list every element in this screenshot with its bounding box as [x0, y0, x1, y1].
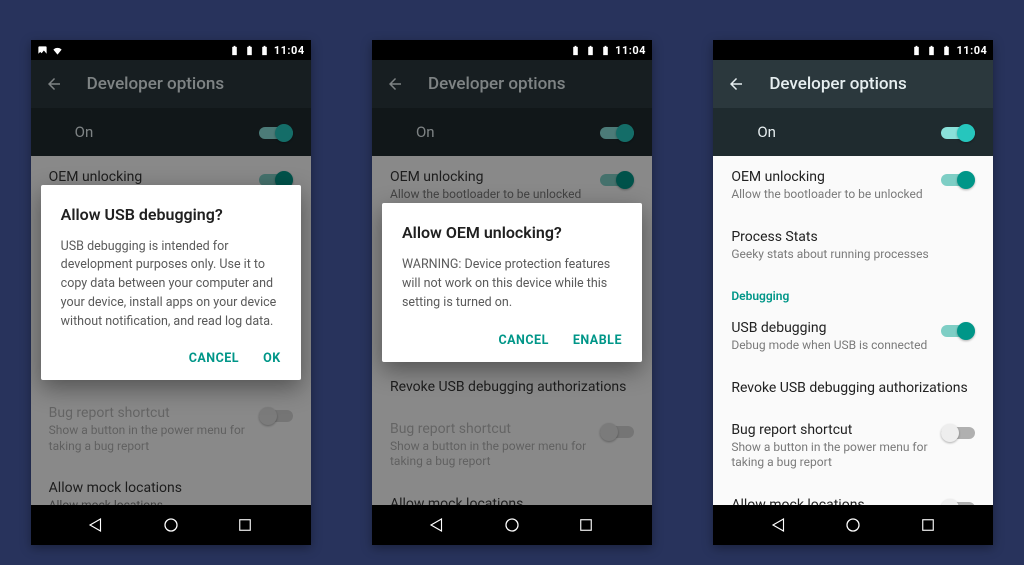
nav-home-icon[interactable] — [844, 516, 862, 534]
phone-3: 11:04 Developer options On OEM unlocking… — [713, 40, 993, 545]
battery-icon — [585, 45, 596, 56]
battery-icon — [570, 45, 581, 56]
nav-recent-icon[interactable] — [919, 516, 937, 534]
setting-subtitle: Allow the bootloader to be unlocked — [731, 187, 931, 203]
toggle-switch[interactable] — [941, 424, 975, 442]
setting-allow-mock-locations[interactable]: Allow mock locations Allow mock location… — [713, 484, 993, 505]
setting-subtitle: Show a button in the power menu for taki… — [731, 440, 931, 471]
battery-icon — [941, 45, 952, 56]
nav-home-icon[interactable] — [503, 516, 521, 534]
oem-unlocking-dialog: Allow OEM unlocking? WARNING: Device pro… — [382, 203, 642, 361]
image-icon — [37, 45, 48, 56]
nav-bar — [713, 505, 993, 545]
dialog-body: WARNING: Device protection features will… — [402, 256, 622, 312]
phone-1: 11:04 Developer options On OEM unlocking… — [31, 40, 311, 545]
toggle-switch[interactable] — [941, 171, 975, 189]
nav-home-icon[interactable] — [162, 516, 180, 534]
dialog-title: Allow OEM unlocking? — [402, 223, 622, 242]
nav-back-icon[interactable] — [87, 516, 105, 534]
setting-title: Process Stats — [731, 229, 975, 245]
setting-title: Bug report shortcut — [731, 422, 931, 438]
cancel-button[interactable]: CANCEL — [498, 333, 548, 348]
dialog-overlay: Allow USB debugging? USB debugging is in… — [31, 60, 311, 505]
nav-back-icon[interactable] — [428, 516, 446, 534]
setting-bug-report-shortcut[interactable]: Bug report shortcut Show a button in the… — [713, 409, 993, 484]
battery-icon — [229, 45, 240, 56]
clock: 11:04 — [615, 44, 646, 57]
status-bar: 11:04 — [31, 40, 311, 60]
setting-oem-unlocking[interactable]: OEM unlocking Allow the bootloader to be… — [713, 156, 993, 216]
setting-usb-debugging[interactable]: USB debugging Debug mode when USB is con… — [713, 307, 993, 367]
dialog-title: Allow USB debugging? — [61, 205, 281, 224]
battery-icon — [926, 45, 937, 56]
setting-title: Revoke USB debugging authorizations — [731, 380, 975, 396]
battery-icon — [259, 45, 270, 56]
clock: 11:04 — [956, 44, 987, 57]
nav-bar — [372, 505, 652, 545]
settings-list: OEM unlocking Allow the bootloader to be… — [713, 156, 993, 505]
page-title: Developer options — [769, 74, 906, 94]
back-icon[interactable] — [727, 75, 745, 93]
setting-title: Allow mock locations — [731, 497, 931, 505]
nav-recent-icon[interactable] — [577, 516, 595, 534]
battery-icon — [600, 45, 611, 56]
setting-subtitle: Debug mode when USB is connected — [731, 338, 931, 354]
usb-debugging-dialog: Allow USB debugging? USB debugging is in… — [41, 185, 301, 381]
setting-title: OEM unlocking — [731, 169, 931, 185]
dialog-body: USB debugging is intended for developmen… — [61, 238, 281, 332]
battery-icon — [244, 45, 255, 56]
cancel-button[interactable]: CANCEL — [189, 351, 239, 366]
clock: 11:04 — [274, 44, 305, 57]
phone-2: 11:04 Developer options On OEM unlocking… — [372, 40, 652, 545]
status-bar: 11:04 — [713, 40, 993, 60]
section-header-debugging: Debugging — [713, 275, 993, 307]
toggle-switch[interactable] — [941, 322, 975, 340]
nav-back-icon[interactable] — [770, 516, 788, 534]
app-bar: Developer options — [713, 60, 993, 108]
enable-button[interactable]: ENABLE — [573, 333, 622, 348]
ok-button[interactable]: OK — [263, 351, 281, 366]
dialog-overlay: Allow OEM unlocking? WARNING: Device pro… — [372, 60, 652, 505]
setting-revoke-usb[interactable]: Revoke USB debugging authorizations — [713, 367, 993, 409]
wifi-icon — [52, 45, 63, 56]
setting-process-stats[interactable]: Process Stats Geeky stats about running … — [713, 216, 993, 276]
master-label: On — [731, 123, 776, 141]
nav-recent-icon[interactable] — [236, 516, 254, 534]
battery-icon — [911, 45, 922, 56]
setting-title: USB debugging — [731, 320, 931, 336]
setting-subtitle: Geeky stats about running processes — [731, 247, 975, 263]
nav-bar — [31, 505, 311, 545]
status-bar: 11:04 — [372, 40, 652, 60]
master-toggle-row[interactable]: On — [713, 108, 993, 156]
master-switch[interactable] — [941, 124, 975, 142]
